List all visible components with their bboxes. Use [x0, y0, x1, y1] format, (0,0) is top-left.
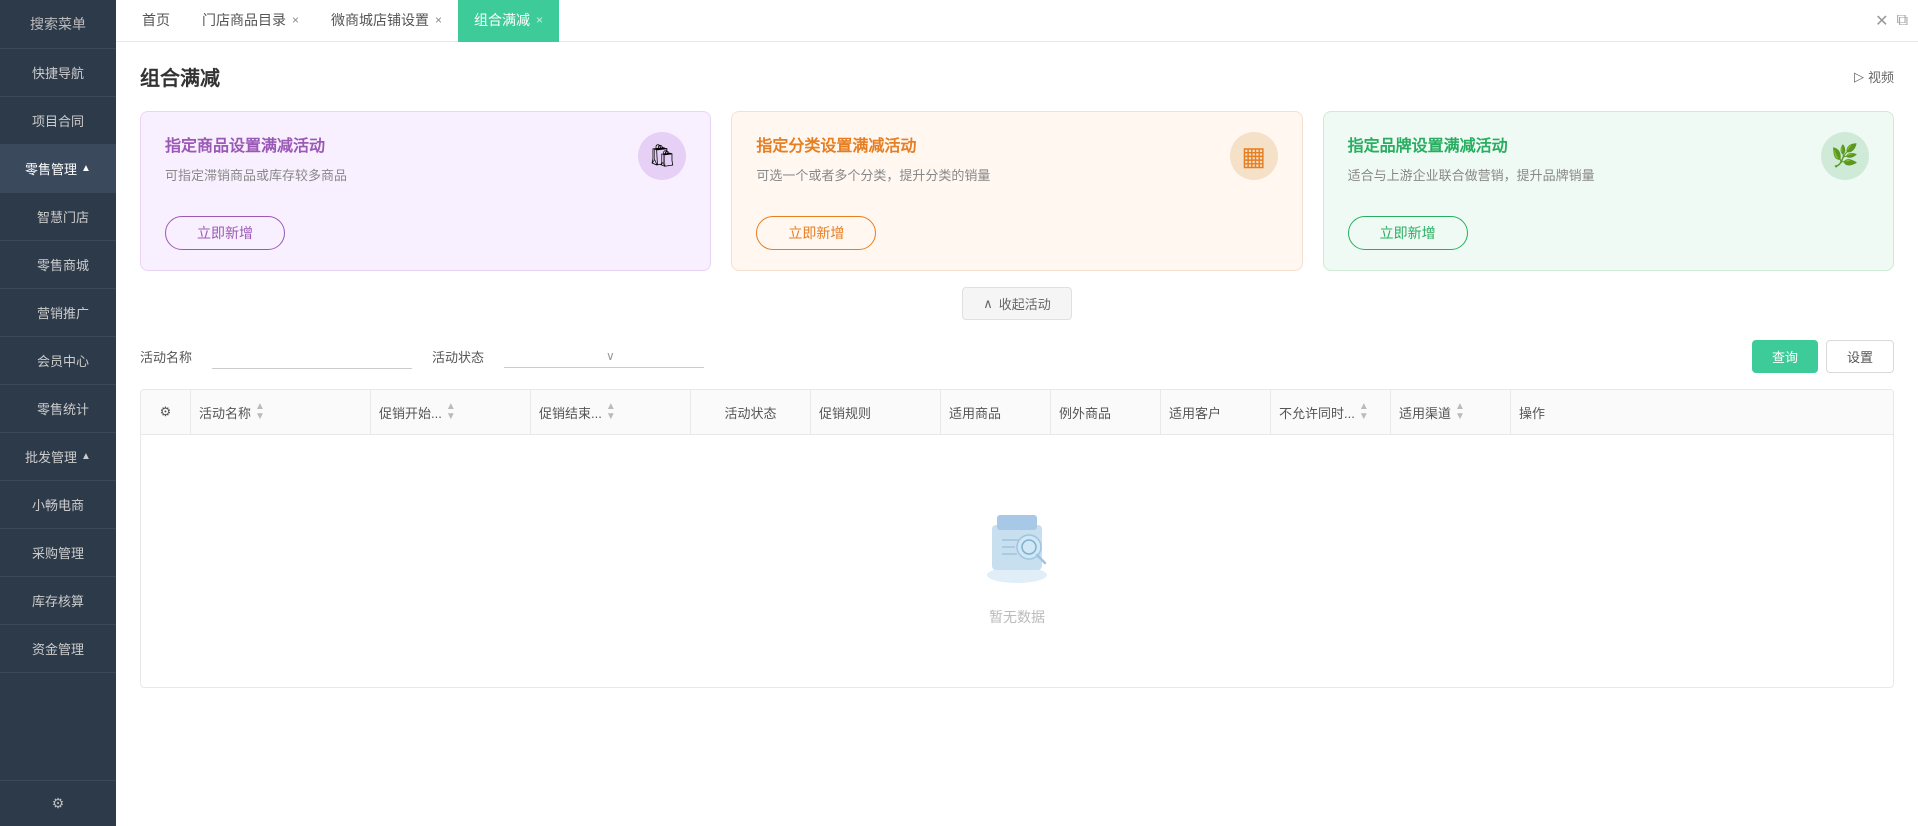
- tabs-bar: 首页 门店商品目录 × 微商城店铺设置 × 组合满减 × ✕ ⧉: [116, 0, 1918, 42]
- gear-icon: ⚙: [52, 795, 65, 811]
- sidebar-item-marketing[interactable]: 营销推广: [0, 289, 116, 337]
- tab-home[interactable]: 首页: [126, 0, 186, 42]
- product-card-title: 指定商品设置满减活动: [165, 132, 686, 156]
- th-action: 操作: [1511, 390, 1893, 434]
- sidebar-item-quick-nav[interactable]: 快捷导航: [0, 49, 116, 97]
- th-customer: 适用客户: [1161, 390, 1271, 434]
- filter-status-label: 活动状态: [432, 347, 484, 366]
- category-card: ▦ 指定分类设置满减活动 可选一个或者多个分类，提升分类的销量 立即新增: [731, 111, 1302, 271]
- content-area: 组合满减 ▷ 视频 🛍 指定商品设置满减活动 可指定滞销商品或库存较多商品 立即…: [116, 42, 1918, 826]
- empty-icon: [967, 495, 1067, 595]
- sidebar-search[interactable]: 搜索菜单: [0, 0, 116, 49]
- video-link[interactable]: ▷ 视频: [1854, 67, 1894, 86]
- product-card-btn[interactable]: 立即新增: [165, 216, 285, 250]
- tab-combo-discount[interactable]: 组合满减 ×: [458, 0, 559, 42]
- filter-status-select[interactable]: ∨: [504, 345, 704, 368]
- sidebar-item-wholesale-mgmt[interactable]: 批发管理 ▲: [0, 433, 116, 481]
- brand-card-title: 指定品牌设置满减活动: [1348, 132, 1869, 156]
- th-channel[interactable]: 适用渠道 ▲▼: [1391, 390, 1511, 434]
- sidebar-item-project-contract[interactable]: 项目合同: [0, 97, 116, 145]
- filter-row: 活动名称 活动状态 ∨ 查询 设置: [140, 340, 1894, 373]
- maximize-window-icon[interactable]: ⧉: [1897, 12, 1908, 30]
- category-card-desc: 可选一个或者多个分类，提升分类的销量: [756, 166, 1277, 187]
- sidebar-item-retail-mgmt[interactable]: 零售管理 ▲: [0, 145, 116, 193]
- gear-icon: ⚙: [160, 404, 172, 420]
- sidebar-item-smart-store[interactable]: 智慧门店: [0, 193, 116, 241]
- close-window-icon[interactable]: ✕: [1875, 11, 1888, 31]
- sort-nosimul-icon: ▲▼: [1359, 402, 1369, 422]
- th-end[interactable]: 促销结束... ▲▼: [531, 390, 691, 434]
- th-start[interactable]: 促销开始... ▲▼: [371, 390, 531, 434]
- tab-combo-discount-close[interactable]: ×: [536, 13, 543, 27]
- tab-weichat-store[interactable]: 微商城店铺设置 ×: [315, 0, 458, 42]
- sidebar-item-xiaochang[interactable]: 小畅电商: [0, 481, 116, 529]
- tab-store-catalog-close[interactable]: ×: [292, 13, 299, 27]
- query-button[interactable]: 查询: [1752, 340, 1818, 373]
- empty-state: 暂无数据: [141, 435, 1893, 687]
- filter-name-input[interactable]: [212, 345, 412, 369]
- sort-channel-icon: ▲▼: [1455, 402, 1465, 422]
- collapse-bar: ∧ 收起活动: [140, 287, 1894, 320]
- tab-weichat-store-close[interactable]: ×: [435, 13, 442, 27]
- retail-mgmt-arrow: ▲: [81, 163, 91, 174]
- settings-button[interactable]: 设置: [1826, 340, 1894, 373]
- page-header: 组合满减 ▷ 视频: [140, 62, 1894, 91]
- brand-card-desc: 适合与上游企业联合做营销，提升品牌销量: [1348, 166, 1869, 187]
- window-controls: ✕ ⧉: [1875, 11, 1908, 31]
- sidebar-item-retail-stats[interactable]: 零售统计: [0, 385, 116, 433]
- sidebar-item-member-center[interactable]: 会员中心: [0, 337, 116, 385]
- sort-start-icon: ▲▼: [446, 402, 456, 422]
- brand-card-icon: 🌿: [1821, 132, 1869, 180]
- sidebar-item-fund-mgmt[interactable]: 资金管理: [0, 625, 116, 673]
- sidebar-item-purchase-mgmt[interactable]: 采购管理: [0, 529, 116, 577]
- sort-name-icon: ▲▼: [255, 402, 265, 422]
- sidebar-item-retail-mall[interactable]: 零售商城: [0, 241, 116, 289]
- product-card: 🛍 指定商品设置满减活动 可指定滞销商品或库存较多商品 立即新增: [140, 111, 711, 271]
- sidebar-item-inventory-calc[interactable]: 库存核算: [0, 577, 116, 625]
- category-card-title: 指定分类设置满减活动: [756, 132, 1277, 156]
- th-goods: 适用商品: [941, 390, 1051, 434]
- filter-name-label: 活动名称: [140, 347, 192, 366]
- category-card-icon: ▦: [1230, 132, 1278, 180]
- th-name[interactable]: 活动名称 ▲▼: [191, 390, 371, 434]
- th-gear[interactable]: ⚙: [141, 390, 191, 434]
- empty-text: 暂无数据: [989, 607, 1045, 627]
- sidebar-settings[interactable]: ⚙: [0, 780, 116, 826]
- play-icon: ▷: [1854, 69, 1864, 85]
- collapse-btn[interactable]: ∧ 收起活动: [962, 287, 1072, 320]
- page-title: 组合满减: [140, 62, 220, 91]
- wholesale-mgmt-arrow: ▲: [81, 451, 91, 462]
- th-nosimul[interactable]: 不允许同时... ▲▼: [1271, 390, 1391, 434]
- product-card-icon: 🛍: [638, 132, 686, 180]
- table-header: ⚙ 活动名称 ▲▼ 促销开始... ▲▼ 促销结束... ▲▼ 活动状态: [141, 390, 1893, 435]
- category-card-btn[interactable]: 立即新增: [756, 216, 876, 250]
- chevron-down-icon: ∨: [606, 349, 704, 363]
- data-table: ⚙ 活动名称 ▲▼ 促销开始... ▲▼ 促销结束... ▲▼ 活动状态: [140, 389, 1894, 688]
- chevron-up-icon: ∧: [983, 296, 993, 312]
- th-except: 例外商品: [1051, 390, 1161, 434]
- tab-store-catalog[interactable]: 门店商品目录 ×: [186, 0, 315, 42]
- brand-card-btn[interactable]: 立即新增: [1348, 216, 1468, 250]
- filter-actions: 查询 设置: [1752, 340, 1894, 373]
- sidebar: 搜索菜单 快捷导航 项目合同 零售管理 ▲ 智慧门店 零售商城 营销推广 会员中…: [0, 0, 116, 826]
- brand-card: 🌿 指定品牌设置满减活动 适合与上游企业联合做营销，提升品牌销量 立即新增: [1323, 111, 1894, 271]
- th-status: 活动状态: [691, 390, 811, 434]
- th-rule: 促销规则: [811, 390, 941, 434]
- product-card-desc: 可指定滞销商品或库存较多商品: [165, 166, 686, 187]
- main-area: 首页 门店商品目录 × 微商城店铺设置 × 组合满减 × ✕ ⧉ 组合满减 ▷ …: [116, 0, 1918, 826]
- sort-end-icon: ▲▼: [606, 402, 616, 422]
- cards-row: 🛍 指定商品设置满减活动 可指定滞销商品或库存较多商品 立即新增 ▦ 指定分类设…: [140, 111, 1894, 271]
